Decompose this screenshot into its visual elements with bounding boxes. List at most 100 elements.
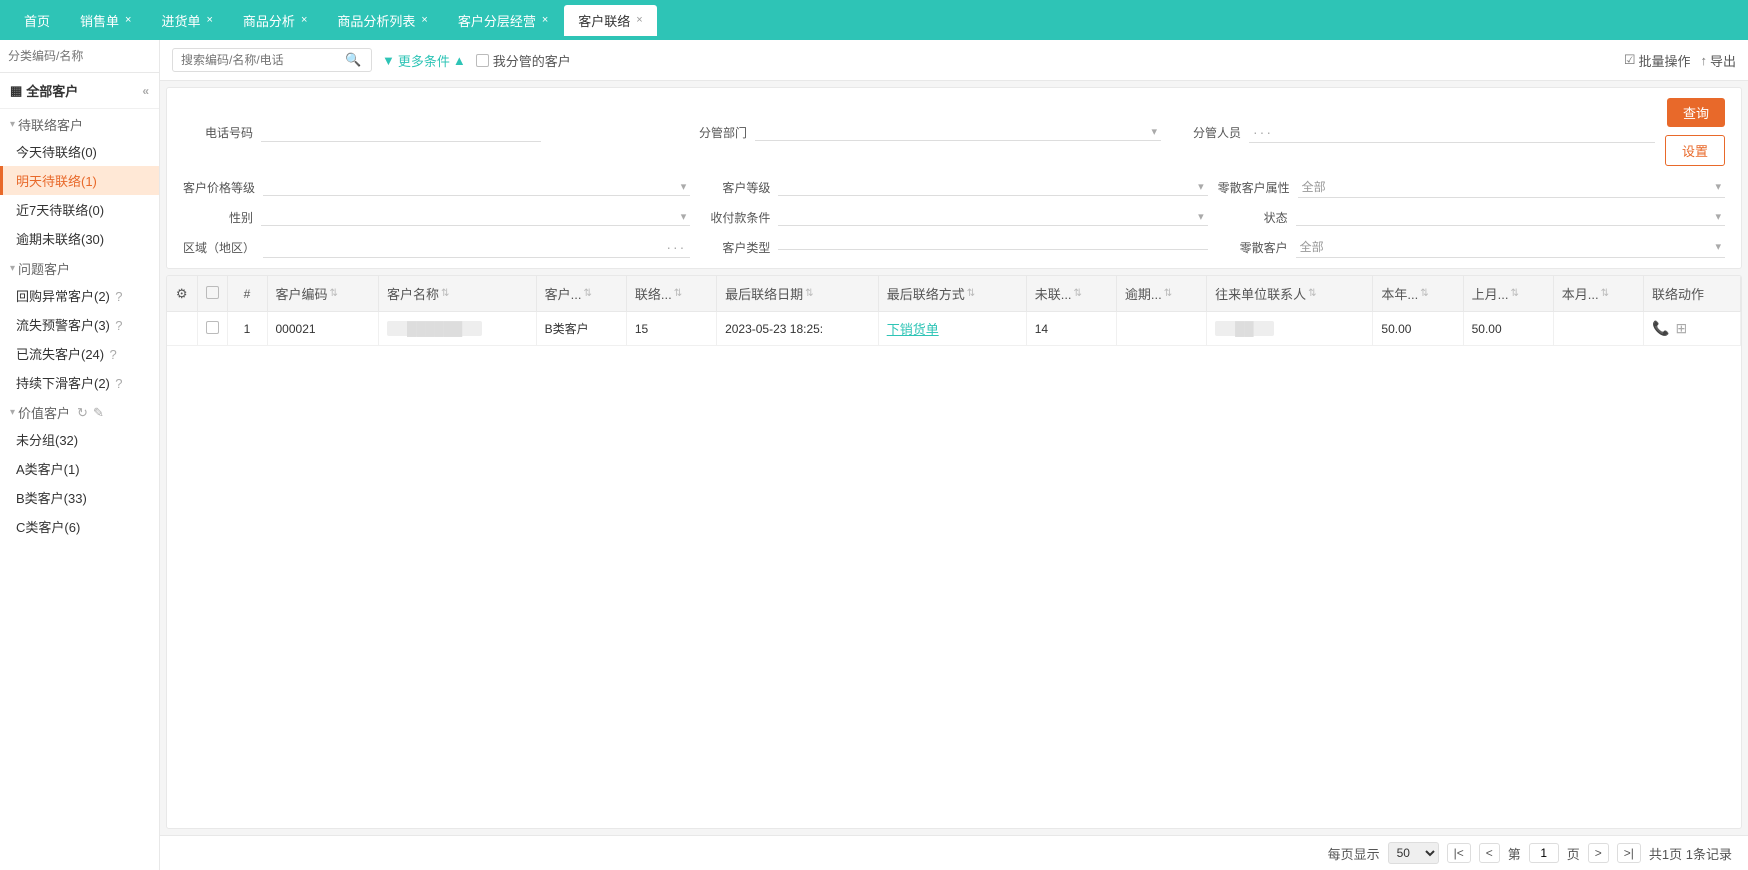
close-purchase-icon[interactable]: × — [206, 14, 212, 26]
sidebar-item-repurchase[interactable]: 回购异常客户(2) ? — [0, 281, 159, 310]
nav-tab-customer-tier[interactable]: 客户分层经营 × — [444, 5, 562, 36]
set-button[interactable]: 设置 — [1665, 135, 1725, 166]
refresh-icon[interactable]: ↻ — [77, 405, 88, 421]
gender-select[interactable]: ▾ — [261, 208, 690, 226]
sort-cp-icon[interactable]: ⇅ — [1308, 288, 1316, 299]
header-checkbox[interactable] — [206, 286, 219, 299]
pagination: 每页显示 50 20 100 |< < 第 页 > >| 共1页 1条记录 — [160, 835, 1748, 870]
status-chevron-icon: ▾ — [1715, 210, 1721, 223]
close-customer-tier-icon[interactable]: × — [542, 14, 548, 26]
phone-action-icon[interactable]: 📞 — [1652, 320, 1669, 337]
settings-icon[interactable]: ⚙ — [176, 286, 188, 301]
sidebar-item-churn-warning[interactable]: 流失预警客户(3) ? — [0, 310, 159, 339]
row-checkbox[interactable] — [206, 321, 219, 334]
batch-op-btn[interactable]: ☑ 批量操作 — [1624, 51, 1691, 70]
edit-icon[interactable]: ✎ — [93, 405, 104, 421]
sort-last-method-icon[interactable]: ⇅ — [967, 288, 975, 299]
th-code: 客户编码⇅ — [267, 276, 379, 312]
nav-home[interactable]: 首页 — [10, 5, 64, 36]
manager-dots-icon[interactable]: ··· — [1253, 124, 1273, 140]
more-action-icon[interactable]: ⊞ — [1675, 320, 1687, 337]
filter-customer-type: 客户类型 — [700, 239, 1207, 256]
payment-select[interactable]: ▾ — [778, 208, 1207, 226]
sort-tm-icon[interactable]: ⇅ — [1601, 288, 1609, 299]
next-page-btn[interactable]: > — [1588, 843, 1609, 863]
more-conditions-btn[interactable]: ▼ 更多条件 ▲ — [382, 51, 466, 70]
nav-tab-purchase[interactable]: 进货单 × — [147, 5, 226, 36]
sidebar-search-area: 🔍 — [0, 40, 159, 73]
sidebar-all-customers[interactable]: ▦ 全部客户 « — [0, 73, 159, 109]
th-check[interactable] — [197, 276, 227, 312]
nav-tab-analysis[interactable]: 商品分析 × — [229, 5, 321, 36]
sidebar-item-7days[interactable]: 近7天待联络(0) — [0, 195, 159, 224]
status-select[interactable]: ▾ — [1296, 208, 1725, 226]
td-num: 1 — [227, 312, 267, 346]
retail-customer-select[interactable]: 全部 ▾ — [1296, 236, 1725, 258]
retail-customer-chevron-icon: ▾ — [1715, 240, 1721, 253]
sidebar-item-tomorrow[interactable]: 明天待联络(1) — [0, 166, 159, 195]
gender-chevron-icon: ▾ — [681, 210, 687, 223]
retail-attr-select[interactable]: 全部 ▾ — [1298, 176, 1725, 198]
filter-icon: ▼ — [382, 53, 395, 68]
close-analysis-list-icon[interactable]: × — [421, 14, 427, 26]
price-level-select[interactable]: ▾ — [263, 178, 690, 196]
price-level-label: 客户价格等级 — [183, 179, 255, 196]
nav-tab-sales[interactable]: 销售单 × — [66, 5, 145, 36]
last-method-link[interactable]: 下销货单 — [887, 322, 939, 337]
td-last-method: 下销货单 — [878, 312, 1026, 346]
sidebar-item-ungrouped[interactable]: 未分组(32) — [0, 425, 159, 454]
sidebar-item-class-a[interactable]: A类客户(1) — [0, 454, 159, 483]
region-select[interactable]: ··· — [263, 237, 690, 258]
manager-select[interactable]: ··· — [1249, 122, 1655, 143]
close-analysis-icon[interactable]: × — [301, 14, 307, 26]
td-not-contacted: 14 — [1026, 312, 1116, 346]
sidebar-item-today[interactable]: 今天待联络(0) — [0, 137, 159, 166]
th-num: # — [227, 276, 267, 312]
td-check[interactable] — [197, 312, 227, 346]
dept-select[interactable]: ▾ — [755, 123, 1161, 141]
first-page-btn[interactable]: |< — [1447, 843, 1471, 863]
close-sales-icon[interactable]: × — [125, 14, 131, 26]
my-customers-checkbox[interactable]: 我分管的客户 — [476, 51, 571, 70]
th-overdue: 逾期...⇅ — [1116, 276, 1206, 312]
phone-input[interactable] — [261, 123, 541, 142]
sidebar-item-class-c[interactable]: C类客户(6) — [0, 512, 159, 541]
sort-ty-icon[interactable]: ⇅ — [1420, 288, 1428, 299]
sidebar-collapse-icon[interactable]: « — [142, 84, 149, 98]
problem-section-title: ▾ 问题客户 — [0, 253, 159, 281]
sidebar-item-declining[interactable]: 持续下滑客户(2) ? — [0, 368, 159, 397]
filter-status: 状态 ▾ — [1218, 208, 1725, 226]
filter-row-1: 电话号码 分管部门 ▾ 分管人员 ··· 查询 — [183, 98, 1725, 166]
sort-contact-icon[interactable]: ⇅ — [674, 288, 682, 299]
sort-type-icon[interactable]: ⇅ — [584, 288, 592, 299]
export-btn[interactable]: ↑ 导出 — [1700, 51, 1736, 70]
sidebar-item-class-b[interactable]: B类客户(33) — [0, 483, 159, 512]
value-section-title: ▾ 价值客户 ↻ ✎ — [0, 397, 159, 425]
sort-name-icon[interactable]: ⇅ — [441, 288, 449, 299]
customer-level-select[interactable]: ▾ — [778, 178, 1207, 196]
query-button[interactable]: 查询 — [1667, 98, 1725, 127]
sort-not-contacted-icon[interactable]: ⇅ — [1074, 288, 1082, 299]
sort-last-date-icon[interactable]: ⇅ — [805, 288, 813, 299]
td-last-month: 50.00 — [1463, 312, 1553, 346]
search-icon[interactable]: 🔍 — [345, 52, 361, 68]
sidebar-item-churned[interactable]: 已流失客户(24) ? — [0, 339, 159, 368]
nav-tab-customer-contact[interactable]: 客户联络 × — [564, 5, 656, 36]
sidebar-item-overdue[interactable]: 逾期未联络(30) — [0, 224, 159, 253]
customer-type-select[interactable] — [778, 245, 1207, 250]
sort-overdue-icon[interactable]: ⇅ — [1164, 288, 1172, 299]
sort-lm-icon[interactable]: ⇅ — [1510, 288, 1518, 299]
per-page-label: 每页显示 — [1328, 844, 1380, 863]
region-label: 区域（地区） — [183, 239, 255, 256]
nav-tab-analysis-list[interactable]: 商品分析列表 × — [323, 5, 441, 36]
sidebar-search-input[interactable] — [8, 49, 160, 63]
last-page-btn[interactable]: >| — [1617, 843, 1641, 863]
filter-row-4: 区域（地区） ··· 客户类型 零散客户 全部 — [183, 236, 1725, 258]
per-page-select[interactable]: 50 20 100 — [1388, 842, 1439, 864]
search-input[interactable] — [181, 53, 341, 67]
sort-code-icon[interactable]: ⇅ — [330, 288, 338, 299]
close-customer-contact-icon[interactable]: × — [636, 14, 642, 26]
th-settings[interactable]: ⚙ — [167, 276, 197, 312]
page-input[interactable] — [1529, 843, 1559, 863]
prev-page-btn[interactable]: < — [1479, 843, 1500, 863]
